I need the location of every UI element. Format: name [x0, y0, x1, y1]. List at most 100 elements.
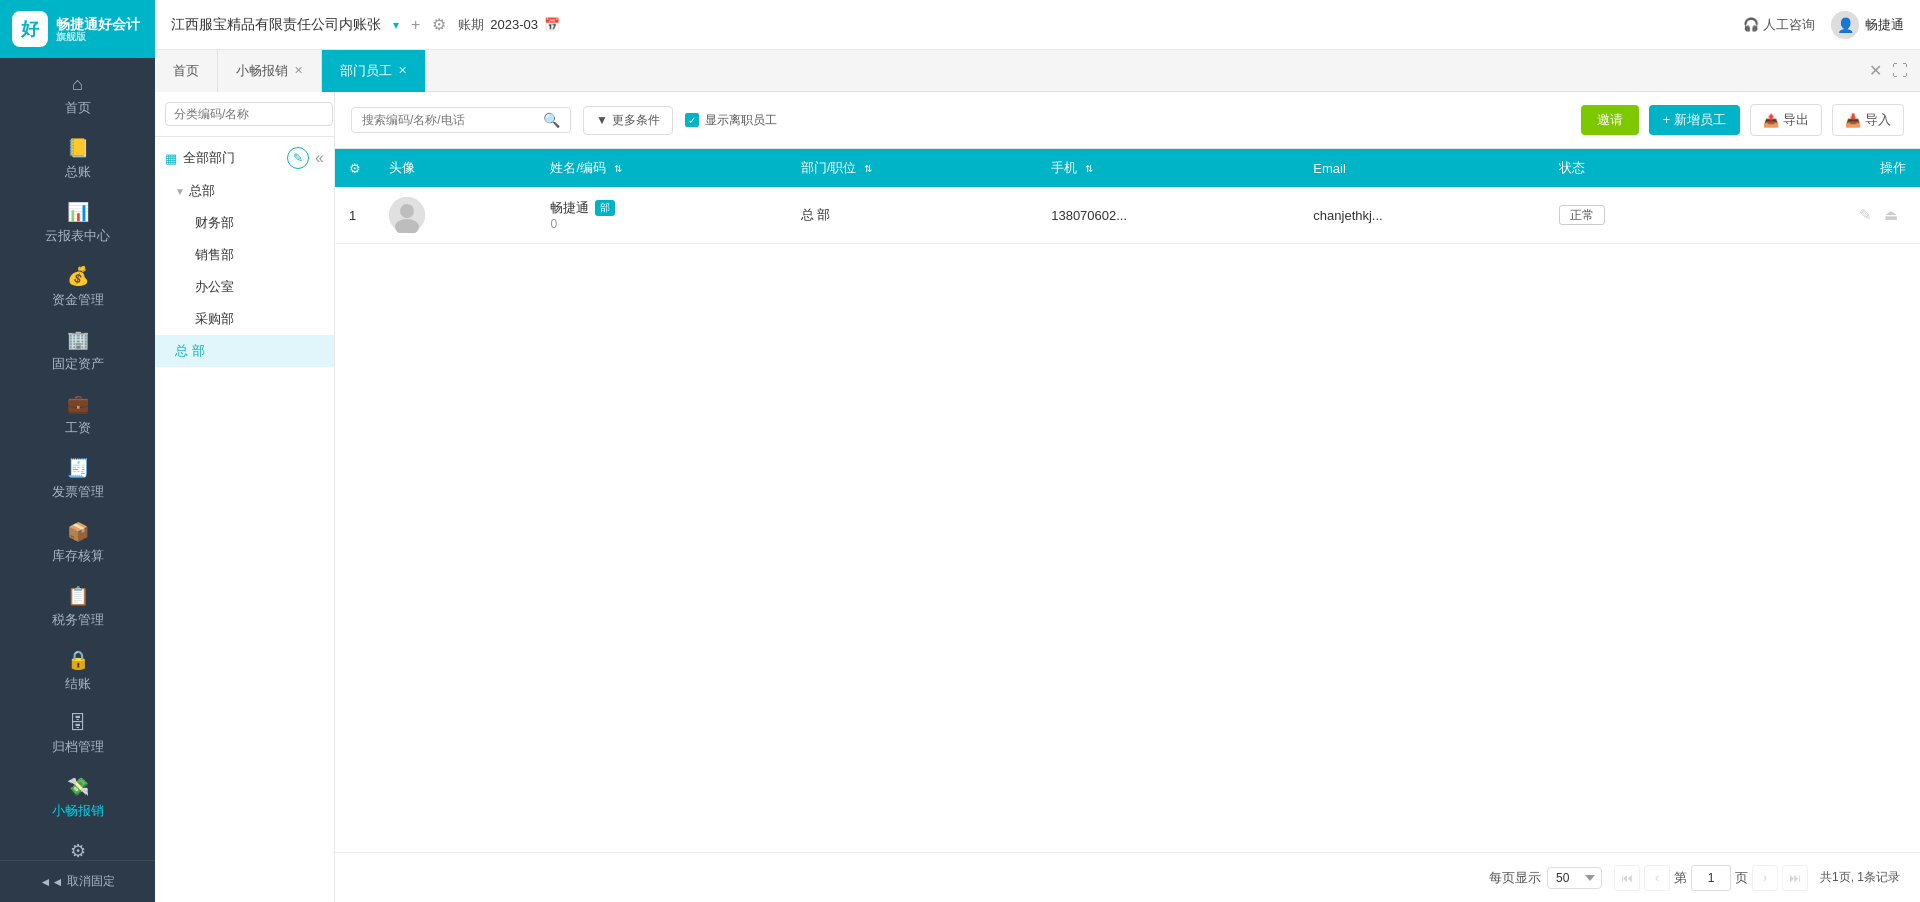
tab-expense[interactable]: 小畅报销 ✕ — [218, 50, 322, 92]
unpin-button[interactable]: ◄◄ 取消固定 — [0, 860, 155, 902]
sidebar-item-invoice[interactable]: 🧾 发票管理 — [0, 447, 155, 511]
dept-collapse-button[interactable]: « — [315, 149, 324, 167]
support-button[interactable]: 🎧 人工咨询 — [1743, 16, 1815, 34]
dept-header: ▦ 全部部门 ✎ « — [155, 137, 334, 175]
headset-icon: 🎧 — [1743, 17, 1759, 32]
th-gear[interactable]: ⚙ — [335, 149, 375, 187]
add-company-button[interactable]: + — [411, 16, 420, 34]
invite-button[interactable]: 邀请 — [1581, 105, 1639, 135]
user-menu[interactable]: 👤 畅捷通 — [1831, 11, 1904, 39]
sort-dept-icon: ⇅ — [864, 163, 872, 174]
table-row: 1 — [335, 187, 1920, 244]
import-button[interactable]: 📥 导入 — [1832, 104, 1904, 136]
dept-search-input[interactable] — [165, 102, 333, 126]
department-panel: 🔍 ▦ 全部部门 ✎ « ▼ 总部 财务部 销售部 — [155, 92, 335, 902]
prev-page-button[interactable]: ‹ — [1644, 865, 1670, 891]
dept-subtree: 财务部 销售部 办公室 采购部 — [155, 207, 334, 335]
show-resigned-label: 显示离职员工 — [705, 112, 777, 129]
sort-phone-icon: ⇅ — [1085, 163, 1093, 174]
sidebar-item-assets[interactable]: 🏢 固定资产 — [0, 319, 155, 383]
dept-item-sales[interactable]: 销售部 — [185, 239, 334, 271]
user-avatar: 👤 — [1831, 11, 1859, 39]
employee-name: 畅捷通 — [550, 199, 589, 217]
edit-button[interactable]: ✎ — [1859, 206, 1872, 223]
dept-item-zongbu[interactable]: ▼ 总部 — [155, 175, 334, 207]
row-actions-cell: ✎ ⏏ — [1732, 187, 1920, 244]
first-page-button[interactable]: ⏮ — [1614, 865, 1640, 891]
sidebar-item-reports[interactable]: 📊 云报表中心 — [0, 191, 155, 255]
th-status: 状态 — [1545, 149, 1732, 187]
last-page-button[interactable]: ⏭ — [1782, 865, 1808, 891]
topbar: 江西服宝精品有限责任公司内账张 ▾ + ⚙ 账期 2023-03 📅 🎧 人工咨… — [155, 0, 1920, 50]
add-employee-button[interactable]: + 新增员工 — [1649, 105, 1740, 135]
sidebar: 好 畅捷通好会计 旗舰版 ⌂ 首页 📒 总账 📊 云报表中心 💰 资金管理 🏢 … — [0, 0, 155, 902]
avatar-svg — [389, 197, 425, 233]
sidebar-nav: ⌂ 首页 📒 总账 📊 云报表中心 💰 资金管理 🏢 固定资产 💼 工资 🧾 发… — [0, 58, 155, 860]
import-icon: 📥 — [1845, 113, 1861, 128]
page-label: 第 — [1674, 869, 1687, 887]
dept-item-finance[interactable]: 财务部 — [185, 207, 334, 239]
dept-header-actions: ✎ « — [287, 147, 324, 169]
reports-icon: 📊 — [67, 201, 89, 223]
page-input[interactable] — [1691, 865, 1731, 891]
sidebar-item-inventory[interactable]: 📦 库存核算 — [0, 511, 155, 575]
tab-home[interactable]: 首页 — [155, 50, 218, 92]
sidebar-item-home[interactable]: ⌂ 首页 — [0, 64, 155, 127]
topbar-settings-button[interactable]: ⚙ — [432, 15, 446, 34]
sidebar-item-payroll[interactable]: 💼 工资 — [0, 383, 155, 447]
tabs-right-actions: ✕ ⛶ — [1857, 61, 1920, 80]
sidebar-item-label: 结账 — [65, 675, 91, 693]
show-resigned-checkbox[interactable]: ✓ — [685, 113, 699, 127]
sidebar-item-label: 库存核算 — [52, 547, 104, 565]
filter-icon: ▼ — [596, 113, 608, 127]
more-filter-button[interactable]: ▼ 更多条件 — [583, 106, 673, 135]
archive-icon: 🗄 — [69, 713, 87, 734]
period-value: 2023-03 — [490, 17, 538, 32]
tab-department-close[interactable]: ✕ — [398, 64, 407, 77]
employee-search-icon[interactable]: 🔍 — [543, 112, 560, 128]
ledger-icon: 📒 — [67, 137, 89, 159]
show-resigned-toggle[interactable]: ✓ 显示离职员工 — [685, 112, 777, 129]
sidebar-item-tax[interactable]: 📋 税务管理 — [0, 575, 155, 639]
dept-tree: ▼ 总部 财务部 销售部 办公室 采购部 总 部 — [155, 175, 334, 902]
calendar-icon[interactable]: 📅 — [544, 17, 560, 32]
th-dept[interactable]: 部门/职位 ⇅ — [787, 149, 1037, 187]
invoice-icon: 🧾 — [67, 457, 89, 479]
sidebar-item-settings[interactable]: ⚙ 基础设置 — [0, 830, 155, 860]
home-icon: ⌂ — [72, 74, 83, 95]
dept-manage-button[interactable]: ✎ — [287, 147, 309, 169]
tab-expense-close[interactable]: ✕ — [294, 64, 303, 77]
sidebar-item-label: 云报表中心 — [45, 227, 110, 245]
tab-department[interactable]: 部门员工 ✕ — [322, 50, 426, 92]
sidebar-item-closing[interactable]: 🔒 结账 — [0, 639, 155, 703]
th-phone[interactable]: 手机 ⇅ — [1037, 149, 1299, 187]
per-page-select[interactable]: 10 20 50 100 — [1547, 867, 1602, 889]
toolbar-right: 邀请 + 新增员工 📤 导出 📥 导入 — [1581, 104, 1904, 136]
app-logo: 好 畅捷通好会计 旗舰版 — [0, 0, 155, 58]
table-footer: 每页显示 10 20 50 100 ⏮ ‹ 第 页 › ⏭ — [335, 852, 1920, 902]
delete-button[interactable]: ⏏ — [1884, 206, 1898, 223]
employee-search-input[interactable] — [362, 113, 537, 127]
th-name[interactable]: 姓名/编码 ⇅ — [536, 149, 786, 187]
dept-all-label: 全部部门 — [183, 149, 235, 167]
sidebar-item-expense[interactable]: 💸 小畅报销 — [0, 766, 155, 830]
maximize-tab-button[interactable]: ⛶ — [1892, 62, 1908, 80]
dept-item-headquarter[interactable]: 总 部 — [155, 335, 334, 367]
th-actions: 操作 — [1732, 149, 1920, 187]
close-tab-button[interactable]: ✕ — [1869, 61, 1882, 80]
sidebar-item-label: 资金管理 — [52, 291, 104, 309]
sidebar-item-archive[interactable]: 🗄 归档管理 — [0, 703, 155, 766]
sidebar-item-ledger[interactable]: 📒 总账 — [0, 127, 155, 191]
next-page-button[interactable]: › — [1752, 865, 1778, 891]
logo-icon: 好 — [12, 11, 48, 47]
export-button[interactable]: 📤 导出 — [1750, 104, 1822, 136]
row-avatar-cell — [375, 187, 536, 244]
funds-icon: 💰 — [67, 265, 89, 287]
employee-table: ⚙ 头像 姓名/编码 ⇅ 部门/职位 ⇅ 手机 ⇅ Email — [335, 149, 1920, 244]
status-badge: 正常 — [1559, 205, 1605, 225]
sidebar-item-funds[interactable]: 💰 资金管理 — [0, 255, 155, 319]
company-dropdown-button[interactable]: ▾ — [393, 18, 399, 32]
dept-item-procurement[interactable]: 采购部 — [185, 303, 334, 335]
dept-item-office[interactable]: 办公室 — [185, 271, 334, 303]
tab-home-label: 首页 — [173, 62, 199, 80]
